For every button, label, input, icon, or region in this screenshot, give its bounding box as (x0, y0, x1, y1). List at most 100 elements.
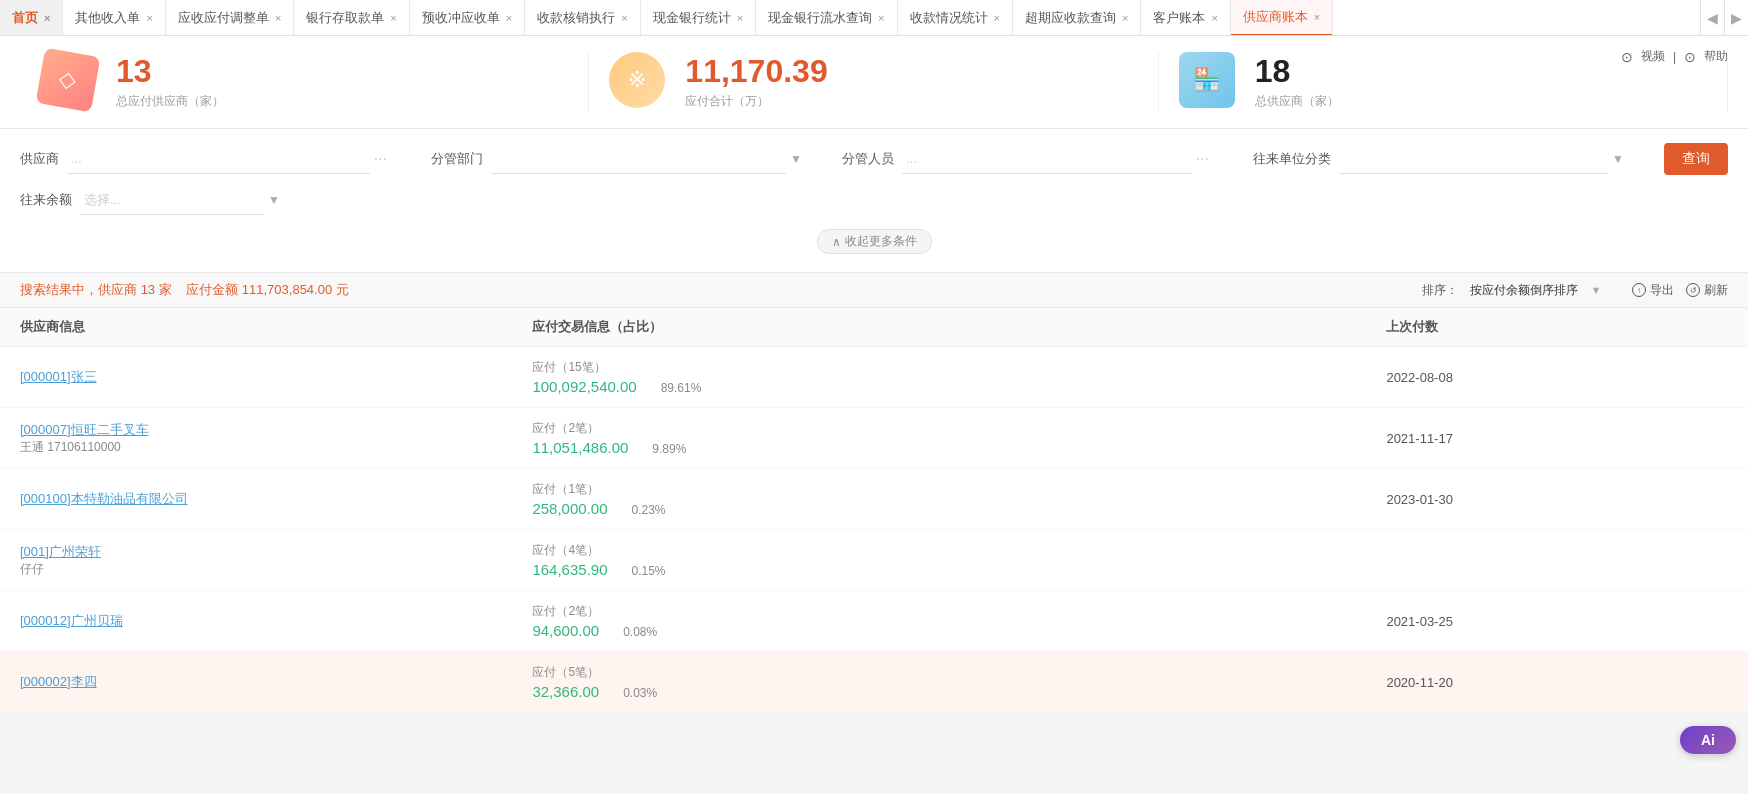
collapse-label: 收起更多条件 (845, 233, 917, 250)
nav-tab-advance-charge[interactable]: 预收冲应收单× (410, 0, 525, 36)
supplier-count: 13 (141, 282, 155, 297)
tx-amount: 32,366.00 (532, 683, 599, 700)
tab-close-advance-charge[interactable]: × (506, 12, 512, 24)
supplier-name-link[interactable]: [000012]广州贝瑞 (20, 612, 532, 630)
refresh-button[interactable]: ↺ 刷新 (1686, 282, 1728, 299)
supplier-name-link[interactable]: [000100]本特勒油品有限公司 (20, 490, 532, 508)
nav-tab-other-income[interactable]: 其他收入单× (63, 0, 165, 36)
supplier-cell: [000001]张三 (20, 368, 532, 386)
dept-dropdown-arrow[interactable]: ▼ (790, 152, 802, 166)
summary-bar: ◇ 13 总应付供应商（家） ※ 11,170.39 应付合计（万） 🏪 18 … (0, 36, 1748, 129)
tx-amount: 100,092,540.00 (532, 378, 636, 395)
supplier-sub: 王通 17106110000 (20, 440, 121, 454)
table-row[interactable]: [000007]恒旺二手叉车 王通 17106110000 应付（2笔） 11,… (0, 408, 1748, 469)
table-body: [000001]张三 应付（15笔） 100,092,540.00 89.61%… (0, 347, 1748, 713)
person-filter-input[interactable] (902, 144, 1192, 174)
dept-filter-input[interactable] (491, 144, 786, 174)
nav-tab-home[interactable]: 首页× (0, 0, 63, 36)
last-pay-date: 2023-01-30 (1386, 492, 1453, 507)
tx-percentage: 0.03% (623, 686, 657, 700)
tab-close-customer-account[interactable]: × (1211, 12, 1217, 24)
nav-tab-collection-stat[interactable]: 收款情况统计× (898, 0, 1013, 36)
total-supplier-count: 18 (1255, 54, 1339, 89)
tab-close-overdue-query[interactable]: × (1122, 12, 1128, 24)
unit-type-input[interactable] (1339, 144, 1608, 174)
tab-close-payment-review[interactable]: × (621, 12, 627, 24)
person-dots: ··· (1192, 150, 1213, 168)
nav-tab-payment-review[interactable]: 收款核销执行× (525, 0, 640, 36)
table-header: 供应商信息 应付交易信息（占比） 上次付数 (0, 308, 1748, 347)
transaction-cell: 应付（15笔） 100,092,540.00 89.61% (532, 359, 1386, 395)
nav-tab-bank-deposit[interactable]: 银行存取款单× (294, 0, 409, 36)
supplier-name-link[interactable]: [000007]恒旺二手叉车 (20, 421, 532, 439)
collapse-button[interactable]: ∧ 收起更多条件 (817, 229, 932, 254)
supplier-name-link[interactable]: [000002]李四 (20, 673, 532, 691)
supplier-dots: ··· (370, 150, 391, 168)
refresh-icon: ↺ (1686, 283, 1700, 297)
nav-tab-overdue-query[interactable]: 超期应收款查询× (1013, 0, 1141, 36)
total-ap-label: 应付合计（万） (685, 93, 827, 110)
nav-prev-button[interactable]: ◀ (1700, 0, 1724, 36)
separator: | (1673, 50, 1676, 64)
tab-close-supplier-account[interactable]: × (1314, 11, 1320, 23)
tx-percentage: 89.61% (661, 381, 702, 395)
table-row[interactable]: [001]广州荣轩 仔仔 应付（4笔） 164,635.90 0.15% (0, 530, 1748, 591)
tab-close-other-income[interactable]: × (146, 12, 152, 24)
nav-next-button[interactable]: ▶ (1724, 0, 1748, 36)
nav-tab-supplier-account[interactable]: 供应商账本× (1231, 0, 1333, 36)
supplier-filter-input[interactable] (67, 144, 370, 174)
sort-select[interactable]: 按应付余额倒序排序 (1470, 282, 1578, 299)
nav-tab-ap-adjust[interactable]: 应收应付调整单× (166, 0, 294, 36)
tx-amount: 258,000.00 (532, 500, 607, 517)
supplier-name-link[interactable]: [001]广州荣轩 (20, 543, 532, 561)
tab-close-collection-stat[interactable]: × (994, 12, 1000, 24)
tx-percentage: 0.23% (631, 503, 665, 517)
filter-dept: 分管部门 ▼ (431, 144, 802, 174)
ap-supplier-count: 13 (116, 54, 224, 89)
table-row[interactable]: [000002]李四 应付（5笔） 32,366.00 0.03% 2020-1… (0, 652, 1748, 713)
tab-close-bank-deposit[interactable]: × (390, 12, 396, 24)
chevron-up-icon: ∧ (832, 235, 841, 249)
col-header-lastpay: 上次付数 (1386, 318, 1728, 336)
table-row[interactable]: [000100]本特勒油品有限公司 应付（1笔） 258,000.00 0.23… (0, 469, 1748, 530)
grain-icon: ※ (609, 52, 669, 112)
nav-tab-customer-account[interactable]: 客户账本× (1141, 0, 1230, 36)
table-row[interactable]: [000012]广州贝瑞 应付（2笔） 94,600.00 0.08% 2021… (0, 591, 1748, 652)
tx-amount: 11,051,486.00 (532, 439, 628, 456)
result-actions: 排序： 按应付余额倒序排序 ▼ ↑ 导出 ↺ 刷新 (1422, 282, 1728, 299)
table-row[interactable]: [000001]张三 应付（15笔） 100,092,540.00 89.61%… (0, 347, 1748, 408)
unit-type-arrow[interactable]: ▼ (1612, 152, 1624, 166)
nav-arrows: ◀ ▶ (1700, 0, 1748, 36)
balance-dropdown-arrow[interactable]: ▼ (268, 193, 280, 207)
tx-percentage: 0.15% (631, 564, 665, 578)
supplier-name-link[interactable]: [000001]张三 (20, 368, 532, 386)
circle-icon2: ⊙ (1684, 49, 1696, 65)
nav-tab-cash-bank-stat[interactable]: 现金银行统计× (641, 0, 756, 36)
tab-close-cash-bank-stat[interactable]: × (737, 12, 743, 24)
sort-label: 排序： (1422, 282, 1458, 299)
export-button[interactable]: ↑ 导出 (1632, 282, 1674, 299)
transaction-cell: 应付（2笔） 11,051,486.00 9.89% (532, 420, 1386, 456)
total-ap-amount: 11,170.39 (685, 54, 827, 89)
tab-close-ap-adjust[interactable]: × (275, 12, 281, 24)
tx-percentage: 9.89% (652, 442, 686, 456)
total-amount: 111,703,854.00 (242, 282, 332, 297)
filter-area: 供应商 ··· 分管部门 ▼ 分管人员 ··· 往来单位分类 ▼ 查询 往来余额 (0, 129, 1748, 273)
transaction-cell: 应付（2笔） 94,600.00 0.08% (532, 603, 1386, 639)
balance-filter-input[interactable] (80, 185, 264, 215)
circle-icon: ⊙ (1621, 49, 1633, 65)
query-button[interactable]: 查询 (1664, 143, 1728, 175)
total-supplier-label: 总供应商（家） (1255, 93, 1339, 110)
nav-tab-cash-bank-flow[interactable]: 现金银行流水查询× (756, 0, 897, 36)
filter-supplier: 供应商 ··· (20, 144, 391, 174)
filter-unit-type: 往来单位分类 ▼ (1253, 144, 1624, 174)
tab-close-cash-bank-flow[interactable]: × (878, 12, 884, 24)
tx-label: 应付（15笔） (532, 359, 1386, 376)
person-filter-label: 分管人员 (842, 150, 894, 168)
help-link[interactable]: 帮助 (1704, 48, 1728, 65)
transaction-cell: 应付（4笔） 164,635.90 0.15% (532, 542, 1386, 578)
filter-balance: 往来余额 ▼ (20, 185, 280, 215)
video-link[interactable]: 视频 (1641, 48, 1665, 65)
tab-close-home[interactable]: × (44, 12, 50, 24)
lastpay-cell: 2021-11-17 (1386, 431, 1728, 446)
